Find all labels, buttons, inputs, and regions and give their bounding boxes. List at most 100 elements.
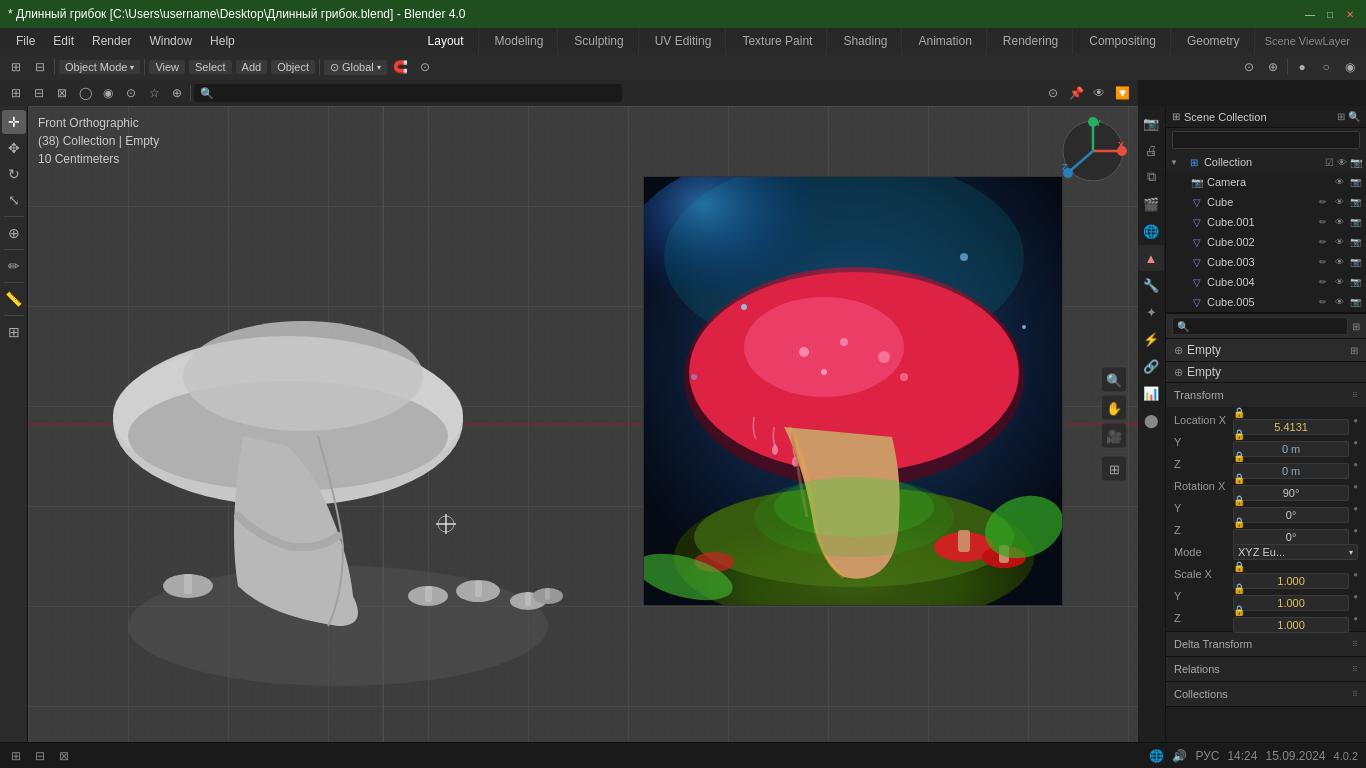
coll-vis-icon[interactable]: 👁 [1337, 157, 1347, 168]
cube005-render-icon[interactable]: 📷 [1348, 295, 1362, 309]
object-mode-btn[interactable]: Object Mode ▾ [59, 60, 140, 74]
tab-uv-editing[interactable]: UV Editing [641, 28, 727, 54]
vp-icon-5[interactable]: ◉ [98, 83, 118, 103]
select-btn[interactable]: Select [189, 60, 232, 74]
outliner-item-cube004[interactable]: ▽ Cube.004 ✏ 👁 📷 [1166, 272, 1366, 292]
tab-texture-paint[interactable]: Texture Paint [728, 28, 827, 54]
snap-icon[interactable]: 🧲 [391, 57, 411, 77]
prop-scene-icon[interactable]: 🎬 [1138, 191, 1164, 217]
prop-particles-icon[interactable]: ✦ [1138, 299, 1164, 325]
tab-shading[interactable]: Shading [829, 28, 902, 54]
menu-file[interactable]: File [8, 32, 43, 50]
outliner-item-camera[interactable]: 📷 Camera 👁 📷 [1166, 172, 1366, 192]
collections-header[interactable]: Collections ⠿ [1166, 682, 1366, 706]
view-btn[interactable]: View [149, 60, 185, 74]
transform-tool[interactable]: ⊕ [2, 221, 26, 245]
cube001-vis-icon[interactable]: 👁 [1332, 215, 1346, 229]
close-button[interactable]: ✕ [1342, 6, 1358, 22]
location-lock[interactable]: 🔒 [1233, 407, 1245, 418]
prop-material-icon[interactable]: ⬤ [1138, 407, 1164, 433]
vp-filter-icon[interactable]: 🔽 [1112, 83, 1132, 103]
rotate-tool[interactable]: ↻ [2, 162, 26, 186]
rot-x-lock[interactable]: 🔒 [1233, 473, 1245, 484]
scale-z-lock[interactable]: 🔒 [1233, 605, 1245, 616]
prop-world-icon[interactable]: 🌐 [1138, 218, 1164, 244]
shading-solid-icon[interactable]: ● [1292, 57, 1312, 77]
cube-vis-icon[interactable]: 👁 [1332, 195, 1346, 209]
tab-rendering[interactable]: Rendering [989, 28, 1073, 54]
delta-transform-header[interactable]: Delta Transform ⠿ [1166, 632, 1366, 656]
object-btn[interactable]: Object [271, 60, 315, 74]
status-icon-1[interactable]: ⊞ [8, 748, 24, 764]
axis-widget[interactable]: X Y Z [1058, 116, 1128, 186]
outliner-item-cube001[interactable]: ▽ Cube.001 ✏ 👁 📷 [1166, 212, 1366, 232]
tab-layout[interactable]: Layout [414, 28, 479, 54]
cube005-vis-icon[interactable]: 👁 [1332, 295, 1346, 309]
vp-pin-icon[interactable]: 📌 [1066, 83, 1086, 103]
toolbar-icon-1[interactable]: ⊞ [6, 57, 26, 77]
menu-edit[interactable]: Edit [45, 32, 82, 50]
tab-compositing[interactable]: Compositing [1075, 28, 1171, 54]
scale-x-lock[interactable]: 🔒 [1233, 561, 1245, 572]
shading-wire-icon[interactable]: ○ [1316, 57, 1336, 77]
coll-checkbox-icon[interactable]: ☑ [1325, 157, 1334, 168]
tab-animation[interactable]: Animation [904, 28, 986, 54]
vp-icon-7[interactable]: ☆ [144, 83, 164, 103]
cam-render-icon[interactable]: 📷 [1348, 175, 1362, 189]
cube001-pencil-icon[interactable]: ✏ [1316, 215, 1330, 229]
gizmo-icon[interactable]: ⊕ [1263, 57, 1283, 77]
scale-z-field[interactable]: 1.000 [1233, 617, 1349, 633]
loc-z-lock[interactable]: 🔒 [1233, 451, 1245, 462]
outliner-search-icon[interactable]: 🔍 [1348, 111, 1360, 122]
cube004-vis-icon[interactable]: 👁 [1332, 275, 1346, 289]
rot-y-lock[interactable]: 🔒 [1233, 495, 1245, 506]
outliner-item-cube005[interactable]: ▽ Cube.005 ✏ 👁 📷 [1166, 292, 1366, 312]
cube003-vis-icon[interactable]: 👁 [1332, 255, 1346, 269]
prop-output-icon[interactable]: 🖨 [1138, 137, 1164, 163]
rotation-z-field[interactable]: 0° [1233, 529, 1349, 545]
mode-field[interactable]: XYZ Eu... ▾ [1233, 544, 1358, 560]
add-cube-tool[interactable]: ⊞ [2, 320, 26, 344]
camera-view-btn[interactable]: 🎥 [1102, 424, 1126, 448]
loc-y-lock[interactable]: 🔒 [1233, 429, 1245, 440]
scale-tool[interactable]: ⤡ [2, 188, 26, 212]
prop-data-icon[interactable]: 📊 [1138, 380, 1164, 406]
vp-icon-3[interactable]: ⊠ [52, 83, 72, 103]
cursor-tool[interactable]: ✛ [2, 110, 26, 134]
cube002-pencil-icon[interactable]: ✏ [1316, 235, 1330, 249]
vp-overlay-icon[interactable]: ⊙ [1043, 83, 1063, 103]
cube002-render-icon[interactable]: 📷 [1348, 235, 1362, 249]
overlay-icon[interactable]: ⊙ [1239, 57, 1259, 77]
search-bar[interactable]: 🔍 [194, 84, 622, 102]
cube003-render-icon[interactable]: 📷 [1348, 255, 1362, 269]
tab-geometry[interactable]: Geometry [1173, 28, 1255, 54]
move-tool[interactable]: ✥ [2, 136, 26, 160]
cube003-pencil-icon[interactable]: ✏ [1316, 255, 1330, 269]
cube-render-icon[interactable]: 📷 [1348, 195, 1362, 209]
vp-icon-1[interactable]: ⊞ [6, 83, 26, 103]
cube004-pencil-icon[interactable]: ✏ [1316, 275, 1330, 289]
menu-render[interactable]: Render [84, 32, 139, 50]
outliner-item-cube002[interactable]: ▽ Cube.002 ✏ 👁 📷 [1166, 232, 1366, 252]
cube004-render-icon[interactable]: 📷 [1348, 275, 1362, 289]
prop-constraints-icon[interactable]: 🔗 [1138, 353, 1164, 379]
zoom-icon-btn[interactable]: 🔍 [1102, 368, 1126, 392]
measure-tool[interactable]: 📏 [2, 287, 26, 311]
vp-vis-icon[interactable]: 👁 [1089, 83, 1109, 103]
prop-physics-icon[interactable]: ⚡ [1138, 326, 1164, 352]
pan-icon-btn[interactable]: ✋ [1102, 396, 1126, 420]
cube-pencil-icon[interactable]: ✏ [1316, 195, 1330, 209]
status-icon-2[interactable]: ⊟ [32, 748, 48, 764]
cube002-vis-icon[interactable]: 👁 [1332, 235, 1346, 249]
tab-modeling[interactable]: Modeling [481, 28, 559, 54]
tab-sculpting[interactable]: Sculpting [560, 28, 638, 54]
outliner-search-input[interactable] [1172, 131, 1360, 149]
outliner-filter-icon[interactable]: ⊞ [1337, 111, 1345, 122]
prop-modifier-icon[interactable]: 🔧 [1138, 272, 1164, 298]
shading-render-icon[interactable]: ◉ [1340, 57, 1360, 77]
coll-render-icon[interactable]: 📷 [1350, 157, 1362, 168]
cube001-render-icon[interactable]: 📷 [1348, 215, 1362, 229]
collection-row[interactable]: ▼ ⊞ Collection ☑ 👁 📷 [1166, 152, 1366, 172]
scale-y-lock[interactable]: 🔒 [1233, 583, 1245, 594]
menu-window[interactable]: Window [141, 32, 200, 50]
